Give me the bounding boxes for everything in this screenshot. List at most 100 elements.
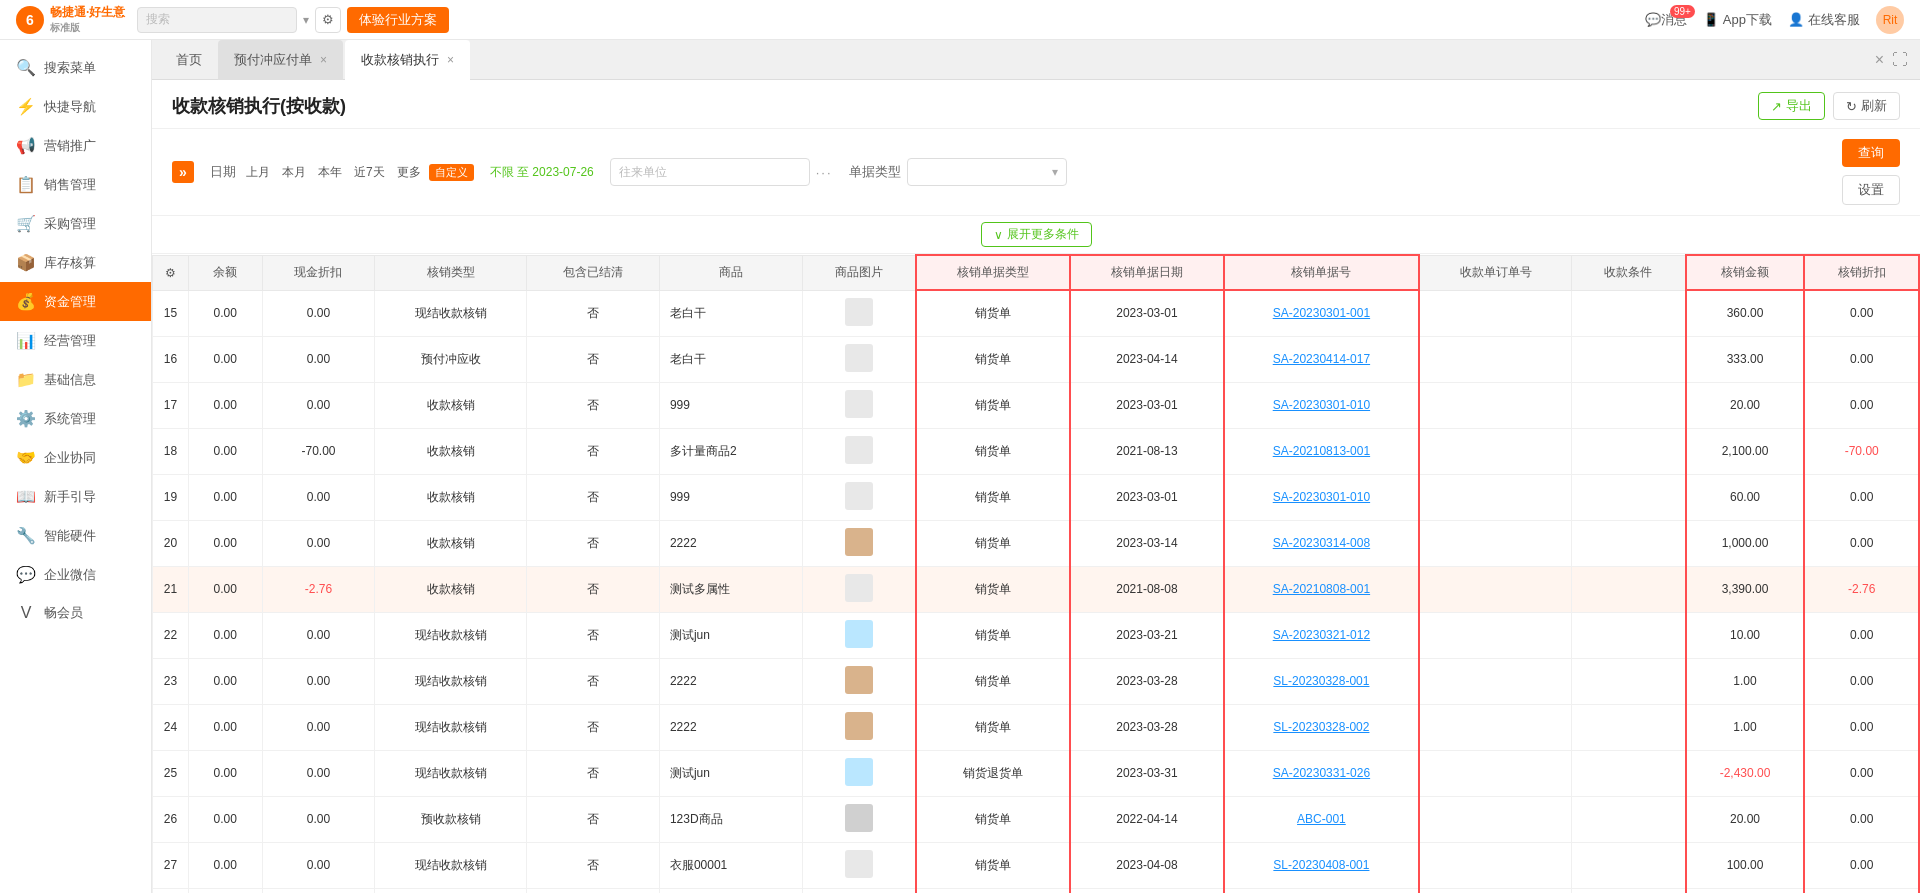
table-area[interactable]: ⚙ 余额 现金折扣 核销类型 包含已结清 商品 商品图片 核销单据类型 核销单据…	[152, 254, 1920, 893]
tab-collection-label: 收款核销执行	[361, 51, 439, 69]
sidebar-item-hardware[interactable]: 🔧 智能硬件	[0, 516, 151, 555]
online-service-area[interactable]: 👤 在线客服	[1788, 11, 1860, 29]
cell-amount: 1,000.00	[1686, 520, 1805, 566]
brand-info: 畅捷通·好生意 标准版	[50, 4, 125, 35]
cell-type: 现结收款核销	[375, 750, 527, 796]
cell-img	[803, 612, 917, 658]
cell-doc-no[interactable]: SA-20210808-001	[1224, 566, 1419, 612]
tab-home[interactable]: 首页	[160, 40, 218, 80]
cell-doc-no[interactable]: SL-20230408-001	[1224, 842, 1419, 888]
cell-settled: 否	[527, 704, 659, 750]
cell-img	[803, 290, 917, 336]
cell-doc-no[interactable]: SL-20230418-001	[1224, 888, 1419, 893]
sidebar-item-basics[interactable]: 📁 基础信息	[0, 360, 151, 399]
table-row: 23 0.00 0.00 现结收款核销 否 2222 销货单 2023-03-2…	[153, 658, 1920, 704]
tab-maximize-icon[interactable]: ⛶	[1892, 51, 1908, 69]
expand-chevron-icon: ∨	[994, 228, 1003, 242]
trial-button[interactable]: 体验行业方案	[347, 7, 449, 33]
tab-collection[interactable]: 收款核销执行 ×	[345, 40, 470, 80]
table-row: 17 0.00 0.00 收款核销 否 999 销货单 2023-03-01 S…	[153, 382, 1920, 428]
cell-doc-no[interactable]: SA-20230301-001	[1224, 290, 1419, 336]
tab-close-icon[interactable]: ×	[1875, 51, 1884, 69]
cell-no: 19	[153, 474, 189, 520]
more-btn[interactable]: 更多	[393, 162, 425, 183]
cell-product: 2222	[659, 658, 802, 704]
member-icon: V	[16, 604, 36, 622]
cell-balance: 0.00	[189, 336, 263, 382]
user-avatar[interactable]: Rit	[1876, 6, 1904, 34]
cell-receipt-cond	[1572, 290, 1686, 336]
cell-doc-no[interactable]: SA-20230331-026	[1224, 750, 1419, 796]
tab-prepay-close[interactable]: ×	[320, 53, 327, 67]
cell-receipt-cond	[1572, 520, 1686, 566]
table-row: 22 0.00 0.00 现结收款核销 否 测试jun 销货单 2023-03-…	[153, 612, 1920, 658]
filter-expand-btn[interactable]: »	[172, 161, 194, 183]
sidebar-item-shortcut[interactable]: ⚡ 快捷导航	[0, 87, 151, 126]
col-settled: 包含已结清	[527, 255, 659, 290]
sidebar-item-finance[interactable]: 💰 资金管理	[0, 282, 151, 321]
export-icon: ↗	[1771, 99, 1782, 114]
cell-amount: 100.00	[1686, 842, 1805, 888]
sidebar-item-search[interactable]: 🔍 搜索菜单	[0, 48, 151, 87]
refresh-button[interactable]: ↻ 刷新	[1833, 92, 1900, 120]
sidebar-item-inventory[interactable]: 📦 库存核算	[0, 243, 151, 282]
last-month-btn[interactable]: 上月	[242, 162, 274, 183]
app-download-area[interactable]: 📱 App下载	[1703, 11, 1772, 29]
filter-toggle[interactable]: »	[172, 161, 194, 183]
cell-doc-no[interactable]: SA-20230414-017	[1224, 336, 1419, 382]
cell-doc-no[interactable]: SA-20230314-008	[1224, 520, 1419, 566]
cell-settled: 否	[527, 290, 659, 336]
sidebar-item-system[interactable]: ⚙️ 系统管理	[0, 399, 151, 438]
table-body: 15 0.00 0.00 现结收款核销 否 老白干 销货单 2023-03-01…	[153, 290, 1920, 893]
col-settings[interactable]: ⚙	[153, 255, 189, 290]
settings-icon-btn[interactable]: ⚙	[315, 7, 341, 33]
sidebar-item-sales[interactable]: 📋 销售管理	[0, 165, 151, 204]
from-unit-input[interactable]: 往来单位	[610, 158, 810, 186]
cell-settled: 否	[527, 842, 659, 888]
cell-doc-no[interactable]: SL-20230328-001	[1224, 658, 1419, 704]
cell-doc-no[interactable]: SA-20230301-010	[1224, 474, 1419, 520]
cell-doc-date: 2023-04-08	[1070, 842, 1224, 888]
last7-btn[interactable]: 近7天	[350, 162, 389, 183]
cell-balance: 0.00	[189, 658, 263, 704]
date-shortcuts: 上月 本月 本年 近7天 更多 自定义	[242, 162, 474, 183]
cell-cash-discount: 0.00	[262, 888, 375, 893]
setting-button[interactable]: 设置	[1842, 175, 1900, 205]
sidebar-item-operation[interactable]: 📊 经营管理	[0, 321, 151, 360]
cell-balance: 0.00	[189, 290, 263, 336]
custom-btn[interactable]: 自定义	[429, 164, 474, 181]
message-area[interactable]: 💬 消息 99+	[1645, 11, 1687, 29]
col-discount: 核销折扣	[1804, 255, 1919, 290]
sidebar-item-marketing[interactable]: 📢 营销推广	[0, 126, 151, 165]
sidebar-item-wechat[interactable]: 💬 企业微信	[0, 555, 151, 594]
table-row: 25 0.00 0.00 现结收款核销 否 测试jun 销货退货单 2023-0…	[153, 750, 1920, 796]
this-year-btn[interactable]: 本年	[314, 162, 346, 183]
query-button[interactable]: 查询	[1842, 139, 1900, 167]
cell-discount: 0.00	[1804, 474, 1919, 520]
sidebar-item-purchase[interactable]: 🛒 采购管理	[0, 204, 151, 243]
cell-cash-discount: 0.00	[262, 336, 375, 382]
date-range-display: 不限 至 2023-07-26	[490, 164, 594, 181]
tab-collection-close[interactable]: ×	[447, 53, 454, 67]
sidebar-item-collab[interactable]: 🤝 企业协同	[0, 438, 151, 477]
cell-receipt-no	[1419, 474, 1572, 520]
tab-prepay[interactable]: 预付冲应付单 ×	[218, 40, 343, 80]
sidebar-item-guide[interactable]: 📖 新手引导	[0, 477, 151, 516]
cell-doc-no[interactable]: SA-20230301-010	[1224, 382, 1419, 428]
cell-doc-type: 销货单	[916, 336, 1070, 382]
cell-cash-discount: 0.00	[262, 842, 375, 888]
page-actions: ↗ 导出 ↻ 刷新	[1758, 92, 1900, 120]
cell-doc-no[interactable]: SA-20210813-001	[1224, 428, 1419, 474]
cell-settled: 否	[527, 888, 659, 893]
this-month-btn[interactable]: 本月	[278, 162, 310, 183]
doc-type-select[interactable]: ▾	[907, 158, 1067, 186]
sidebar-item-member[interactable]: V 畅会员	[0, 594, 151, 632]
cell-doc-no[interactable]: SA-20230321-012	[1224, 612, 1419, 658]
top-search-input[interactable]: 搜索	[137, 7, 297, 33]
col-balance: 余额	[189, 255, 263, 290]
expand-conditions-btn[interactable]: ∨ 展开更多条件	[981, 222, 1092, 247]
cell-doc-no[interactable]: ABC-001	[1224, 796, 1419, 842]
cell-doc-no[interactable]: SL-20230328-002	[1224, 704, 1419, 750]
export-button[interactable]: ↗ 导出	[1758, 92, 1825, 120]
cell-receipt-no	[1419, 336, 1572, 382]
